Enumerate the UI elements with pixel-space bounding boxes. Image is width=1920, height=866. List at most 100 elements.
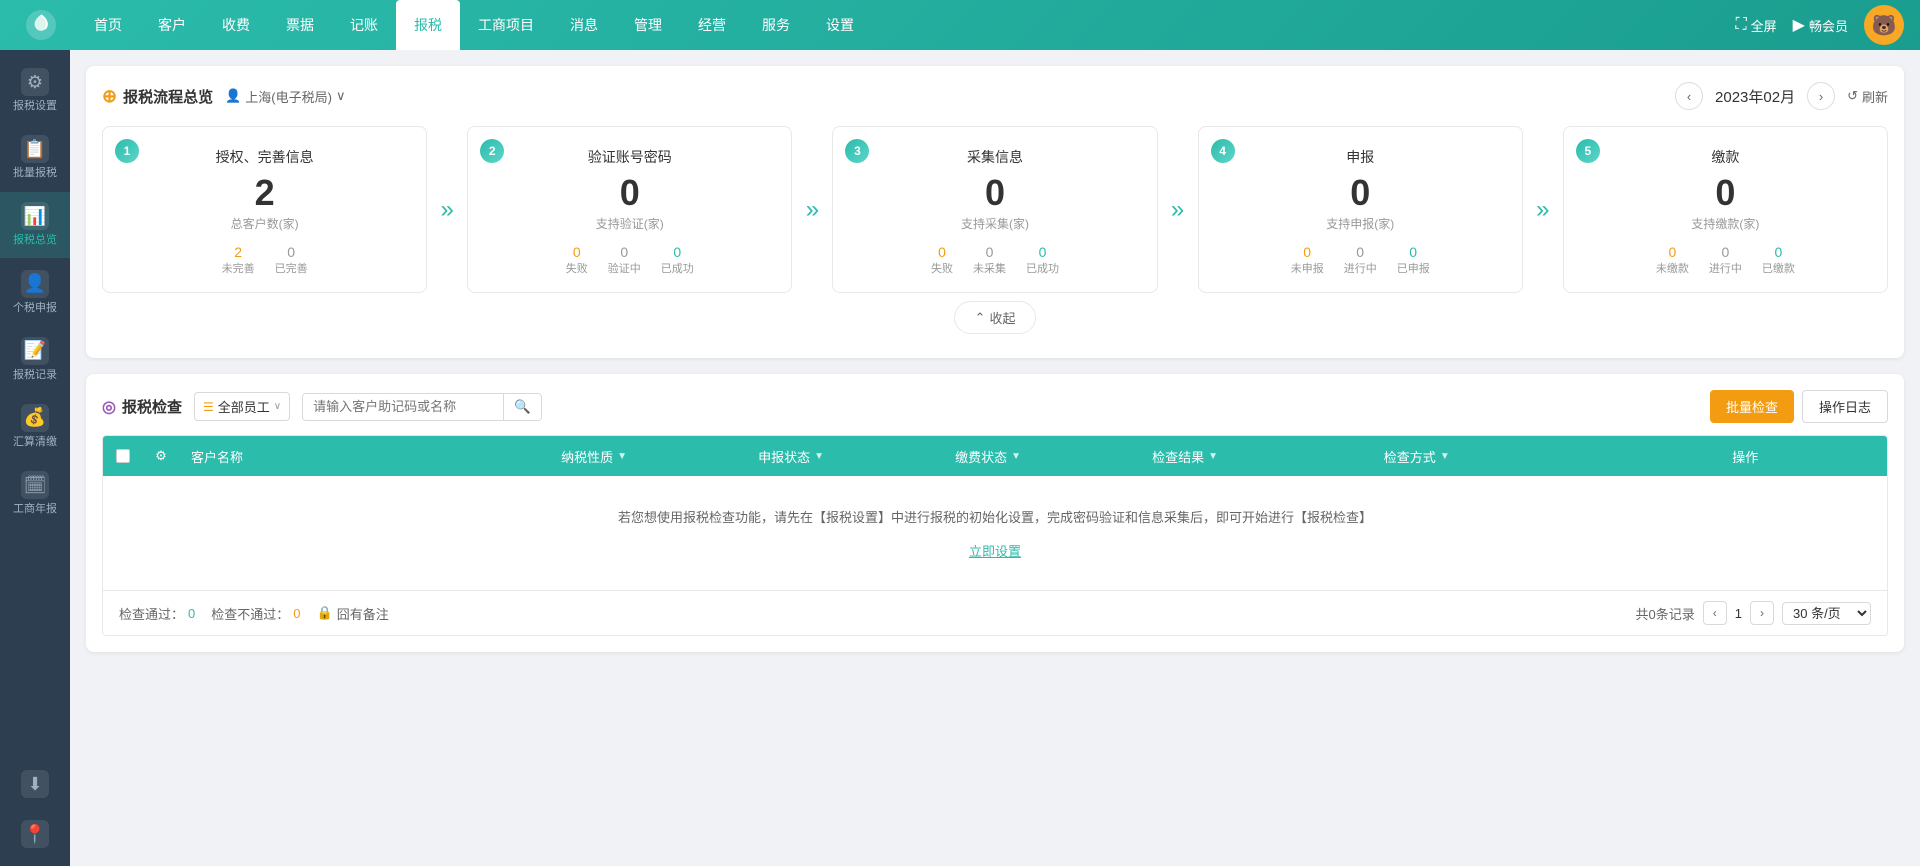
step-5-count: 0 [1580, 175, 1871, 211]
th-check-result: 检查结果 ▼ [1140, 447, 1372, 466]
employee-filter[interactable]: ☰ 全部员工 ∨ [194, 392, 290, 421]
plus-circle-icon: ⊕ [102, 86, 117, 107]
search-button[interactable]: 🔍 [503, 394, 541, 420]
th-checkbox[interactable] [103, 449, 143, 463]
prev-month-button[interactable]: ‹ [1675, 82, 1703, 110]
pass-value[interactable]: 0 [188, 606, 195, 621]
process-header: ⊕ 报税流程总览 👤 上海(电子税局) ∨ ‹ 2023年02月 › ↺ 刷新 [102, 82, 1888, 110]
tax-overview-icon: 📊 [21, 202, 49, 230]
step-1-stat-1-value: 0 [275, 244, 308, 260]
month-display: 2023年02月 [1715, 86, 1795, 107]
filter-icon: ☰ [203, 400, 214, 414]
operation-log-button[interactable]: 操作日志 [1802, 390, 1888, 423]
th-tax-nature-text: 纳税性质 [561, 447, 613, 466]
next-month-button[interactable]: › [1807, 82, 1835, 110]
th-action-text: 操作 [1732, 447, 1758, 466]
sidebar-item-tax-settings[interactable]: ⚙ 报税设置 [0, 58, 70, 123]
th-pay-filter-icon[interactable]: ▼ [1011, 451, 1021, 462]
sidebar-item-personal-tax[interactable]: 👤 个税申报 [0, 260, 70, 325]
step-pay: 5 缴款 0 支持缴款(家) 0 未缴款 0 进行中 [1563, 126, 1888, 293]
th-method-filter-icon[interactable]: ▼ [1440, 451, 1450, 462]
sidebar-label-settlement: 汇算清缴 [13, 436, 57, 449]
step-3-stat-2: 0 已成功 [1026, 244, 1059, 276]
pass-stat: 检查通过： 0 [119, 604, 195, 623]
th-gear[interactable]: ⚙ [143, 448, 179, 464]
sidebar-download[interactable]: ⬇ [0, 760, 70, 808]
step-3-stat-0-label: 失败 [931, 260, 953, 276]
nav-items: 首页 客户 收费 票据 记账 报税 工商项目 消息 管理 经营 服务 设置 [76, 0, 1735, 50]
search-input[interactable] [303, 394, 503, 419]
page-size-select[interactable]: 30 条/页 50 条/页 100 条/页 [1782, 602, 1871, 625]
fail-stat: 检查不通过： 0 [211, 604, 300, 623]
fail-value[interactable]: 0 [293, 606, 300, 621]
sidebar-item-tax-overview[interactable]: 📊 报税总览 [0, 192, 70, 257]
nav-operation[interactable]: 经营 [680, 0, 744, 50]
check-header-right: 批量检查 操作日志 [1710, 390, 1888, 423]
annual-report-icon: 🗓 [21, 471, 49, 499]
step-3-stat-2-value: 0 [1026, 244, 1059, 260]
step-4-stat-1-label: 进行中 [1344, 260, 1377, 276]
nav-fee[interactable]: 收费 [204, 0, 268, 50]
step-2-title: 验证账号密码 [484, 147, 775, 167]
step-4-number: 4 [1211, 139, 1235, 163]
next-page-button[interactable]: › [1750, 601, 1774, 625]
nav-customer[interactable]: 客户 [140, 0, 204, 50]
step-2-count: 0 [484, 175, 775, 211]
step-3-count: 0 [849, 175, 1140, 211]
prev-page-button[interactable]: ‹ [1703, 601, 1727, 625]
nav-ticket[interactable]: 票据 [268, 0, 332, 50]
step-authorize: 1 授权、完善信息 2 总客户数(家) 2 未完善 0 已完善 [102, 126, 427, 293]
step-1-stats: 2 未完善 0 已完善 [119, 244, 410, 276]
arrow-4-icon: » [1536, 196, 1549, 224]
nav-manage[interactable]: 管理 [616, 0, 680, 50]
tax-check-table: ⚙ 客户名称 纳税性质 ▼ 申报状态 ▼ 缴费状态 ▼ [102, 435, 1888, 636]
setup-link[interactable]: 立即设置 [969, 541, 1021, 560]
main-content: ⊕ 报税流程总览 👤 上海(电子税局) ∨ ‹ 2023年02月 › ↺ 刷新 [70, 50, 1920, 866]
sidebar-item-settlement[interactable]: 💰 汇算清缴 [0, 394, 70, 459]
th-tax-nature: 纳税性质 ▼ [549, 447, 746, 466]
table-header: ⚙ 客户名称 纳税性质 ▼ 申报状态 ▼ 缴费状态 ▼ [103, 436, 1887, 476]
sidebar-bottom: ⬇ 📍 [0, 760, 70, 866]
sidebar-item-tax-records[interactable]: 📝 报税记录 [0, 327, 70, 392]
th-tax-filter-icon[interactable]: ▼ [617, 451, 627, 462]
select-all-checkbox[interactable] [116, 449, 130, 463]
sidebar-item-batch-tax[interactable]: 📋 批量报税 [0, 125, 70, 190]
nav-home[interactable]: 首页 [76, 0, 140, 50]
top-navigation: 首页 客户 收费 票据 记账 报税 工商项目 消息 管理 经营 服务 设置 ⛶ … [0, 0, 1920, 50]
sidebar-item-annual-report[interactable]: 🗓 工商年报 [0, 461, 70, 526]
mascot-avatar[interactable]: 🐻 [1864, 5, 1904, 45]
step-2-stats: 0 失败 0 验证中 0 已成功 [484, 244, 775, 276]
refresh-button[interactable]: ↺ 刷新 [1847, 87, 1888, 106]
process-title-text: 报税流程总览 [123, 86, 213, 107]
step-3-stat-0: 0 失败 [931, 244, 953, 276]
sidebar-location[interactable]: 📍 [0, 810, 70, 858]
nav-message[interactable]: 消息 [552, 0, 616, 50]
step-1-stat-0: 2 未完善 [222, 244, 255, 276]
th-declare-filter-icon[interactable]: ▼ [814, 451, 824, 462]
collapse-button[interactable]: ⌃ 收起 [954, 301, 1037, 334]
nav-tax[interactable]: 报税 [396, 0, 460, 50]
nav-accounting[interactable]: 记账 [332, 0, 396, 50]
step-collect: 3 采集信息 0 支持采集(家) 0 失败 0 未采集 [832, 126, 1157, 293]
step-5-stat-0: 0 未缴款 [1656, 244, 1689, 276]
step-4-count: 0 [1215, 175, 1506, 211]
filter-label: 全部员工 [218, 397, 270, 416]
th-action: 操作 [1603, 447, 1887, 466]
step-5-stat-2: 0 已缴款 [1762, 244, 1795, 276]
step-1-number: 1 [115, 139, 139, 163]
th-declare-status: 申报状态 ▼ [746, 447, 943, 466]
location-icon: 📍 [21, 820, 49, 848]
batch-check-button[interactable]: 批量检查 [1710, 390, 1794, 423]
process-overview-card: ⊕ 报税流程总览 👤 上海(电子税局) ∨ ‹ 2023年02月 › ↺ 刷新 [86, 66, 1904, 358]
fullscreen-button[interactable]: ⛶ 全屏 [1735, 16, 1776, 35]
nav-settings[interactable]: 设置 [808, 0, 872, 50]
vip-button[interactable]: ▶ 畅会员 [1793, 15, 1848, 35]
note-label: 囧有备注 [337, 604, 389, 623]
nav-industry[interactable]: 工商项目 [460, 0, 552, 50]
step-1-title: 授权、完善信息 [119, 147, 410, 167]
step-1-subtitle: 总客户数(家) [119, 215, 410, 232]
nav-service[interactable]: 服务 [744, 0, 808, 50]
tax-check-card: ◎ 报税检查 ☰ 全部员工 ∨ 🔍 批量检查 操作日志 [86, 374, 1904, 652]
th-result-filter-icon[interactable]: ▼ [1208, 451, 1218, 462]
location-tag[interactable]: 👤 上海(电子税局) ∨ [225, 87, 345, 106]
